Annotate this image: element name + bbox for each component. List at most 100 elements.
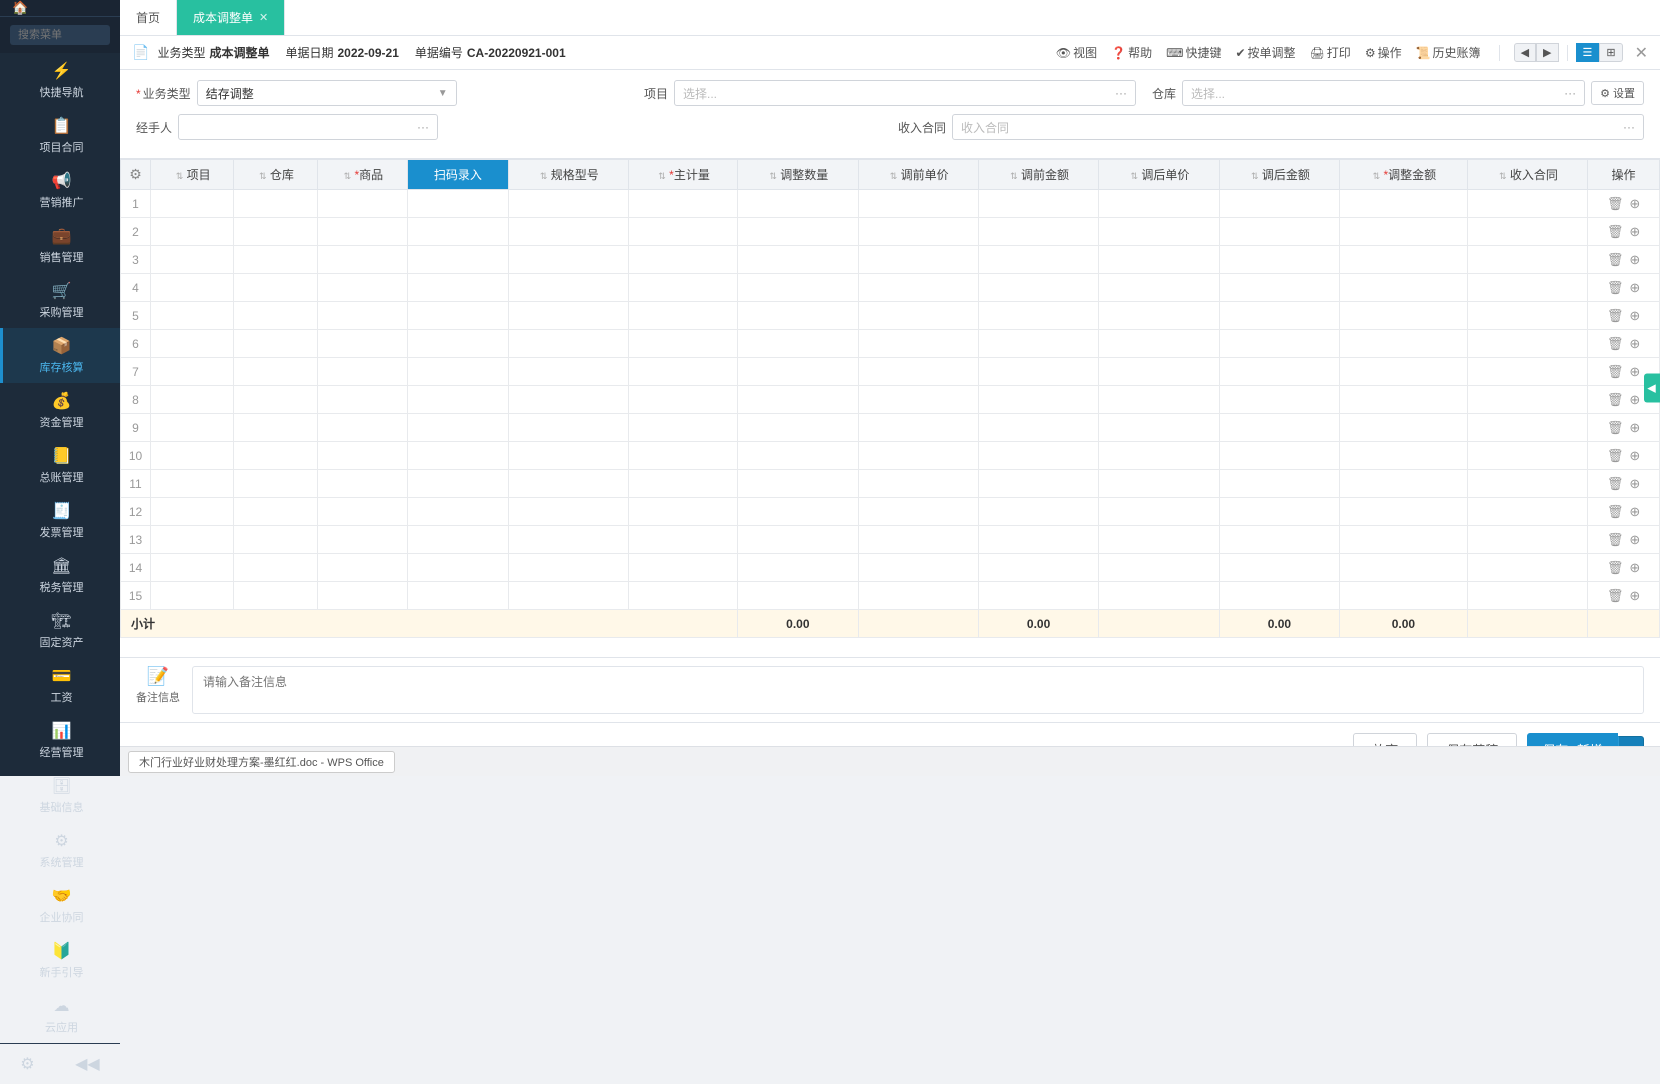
audit-action[interactable]: ✔ 按单调整 bbox=[1231, 42, 1299, 63]
cell-project[interactable] bbox=[151, 246, 234, 274]
business-type-input[interactable]: 结存调整 ▼ bbox=[197, 80, 457, 106]
cell-warehouse[interactable] bbox=[234, 470, 317, 498]
delete-icon[interactable]: 🗑 bbox=[1607, 252, 1624, 268]
cell-scan[interactable] bbox=[408, 302, 509, 330]
tab-close-button[interactable]: ✕ bbox=[259, 11, 268, 24]
cell-adjust-qty[interactable] bbox=[738, 274, 858, 302]
cell-project[interactable] bbox=[151, 190, 234, 218]
cell-warehouse[interactable] bbox=[234, 190, 317, 218]
cell-income-contract[interactable] bbox=[1467, 414, 1587, 442]
cell-project[interactable] bbox=[151, 526, 234, 554]
cell-before-amount[interactable] bbox=[978, 414, 1098, 442]
cell-adjust-amount[interactable] bbox=[1340, 526, 1468, 554]
cell-after-price[interactable] bbox=[1099, 582, 1219, 610]
cell-after-amount[interactable] bbox=[1219, 582, 1339, 610]
cell-adjust-qty[interactable] bbox=[738, 414, 858, 442]
cell-adjust-qty[interactable] bbox=[738, 246, 858, 274]
cell-goods[interactable] bbox=[317, 218, 408, 246]
cell-spec[interactable] bbox=[508, 246, 628, 274]
cell-after-price[interactable] bbox=[1099, 246, 1219, 274]
cell-before-amount[interactable] bbox=[978, 358, 1098, 386]
view-action[interactable]: 👁 视图 bbox=[1052, 42, 1101, 63]
cell-adjust-amount[interactable] bbox=[1340, 274, 1468, 302]
cell-before-amount[interactable] bbox=[978, 554, 1098, 582]
cell-after-price[interactable] bbox=[1099, 554, 1219, 582]
cell-warehouse[interactable] bbox=[234, 554, 317, 582]
cell-after-price[interactable] bbox=[1099, 386, 1219, 414]
cell-after-amount[interactable] bbox=[1219, 414, 1339, 442]
cell-adjust-amount[interactable] bbox=[1340, 330, 1468, 358]
cell-income-contract[interactable] bbox=[1467, 218, 1587, 246]
cell-after-amount[interactable] bbox=[1219, 498, 1339, 526]
copy-icon[interactable]: ⊕ bbox=[1629, 420, 1640, 436]
sidebar-item-system[interactable]: ⚙系统管理 bbox=[0, 823, 120, 878]
cell-after-amount[interactable] bbox=[1219, 302, 1339, 330]
cell-before-price[interactable] bbox=[858, 330, 978, 358]
cell-adjust-amount[interactable] bbox=[1340, 442, 1468, 470]
cell-adjust-amount[interactable] bbox=[1340, 470, 1468, 498]
copy-icon[interactable]: ⊕ bbox=[1629, 588, 1640, 604]
cell-spec[interactable] bbox=[508, 218, 628, 246]
cell-unit[interactable] bbox=[629, 246, 738, 274]
sidebar-item-invoice[interactable]: 🧾发票管理 bbox=[0, 493, 120, 548]
copy-icon[interactable]: ⊕ bbox=[1629, 560, 1640, 576]
cell-project[interactable] bbox=[151, 302, 234, 330]
cell-after-price[interactable] bbox=[1099, 526, 1219, 554]
sidebar-item-assets[interactable]: 🏗固定资产 bbox=[0, 603, 120, 658]
delete-icon[interactable]: 🗑 bbox=[1607, 280, 1624, 296]
cell-unit[interactable] bbox=[629, 274, 738, 302]
cell-after-price[interactable] bbox=[1099, 218, 1219, 246]
cell-before-amount[interactable] bbox=[978, 470, 1098, 498]
cell-after-amount[interactable] bbox=[1219, 218, 1339, 246]
cell-spec[interactable] bbox=[508, 442, 628, 470]
copy-icon[interactable]: ⊕ bbox=[1629, 196, 1640, 212]
view-btn-prev[interactable]: ◀ bbox=[1514, 43, 1536, 62]
cell-before-price[interactable] bbox=[858, 274, 978, 302]
sidebar-item-sales[interactable]: 💼销售管理 bbox=[0, 218, 120, 273]
cell-spec[interactable] bbox=[508, 470, 628, 498]
cell-before-amount[interactable] bbox=[978, 498, 1098, 526]
sidebar-item-ledger[interactable]: 📒总账管理 bbox=[0, 438, 120, 493]
cell-after-amount[interactable] bbox=[1219, 470, 1339, 498]
copy-icon[interactable]: ⊕ bbox=[1629, 252, 1640, 268]
cell-after-price[interactable] bbox=[1099, 190, 1219, 218]
sidebar-item-inventory[interactable]: 📦库存核算 bbox=[0, 328, 120, 383]
copy-icon[interactable]: ⊕ bbox=[1629, 504, 1640, 520]
sidebar-item-corp[interactable]: 🤝企业协同 bbox=[0, 878, 120, 933]
split-view-btn[interactable]: ⊞ bbox=[1599, 43, 1622, 62]
copy-icon[interactable]: ⊕ bbox=[1629, 476, 1640, 492]
cell-adjust-amount[interactable] bbox=[1340, 386, 1468, 414]
delete-icon[interactable]: 🗑 bbox=[1607, 196, 1624, 212]
cell-unit[interactable] bbox=[629, 498, 738, 526]
cell-unit[interactable] bbox=[629, 582, 738, 610]
cell-goods[interactable] bbox=[317, 498, 408, 526]
cell-after-amount[interactable] bbox=[1219, 358, 1339, 386]
cell-before-price[interactable] bbox=[858, 582, 978, 610]
cell-adjust-qty[interactable] bbox=[738, 386, 858, 414]
cell-spec[interactable] bbox=[508, 302, 628, 330]
tab-home[interactable]: 首页 bbox=[120, 0, 177, 35]
cell-spec[interactable] bbox=[508, 358, 628, 386]
cell-scan[interactable] bbox=[408, 414, 509, 442]
cell-adjust-qty[interactable] bbox=[738, 554, 858, 582]
cell-warehouse[interactable] bbox=[234, 498, 317, 526]
cell-adjust-amount[interactable] bbox=[1340, 302, 1468, 330]
cell-scan[interactable] bbox=[408, 498, 509, 526]
cell-adjust-amount[interactable] bbox=[1340, 498, 1468, 526]
sidebar-item-tax[interactable]: 🏛税务管理 bbox=[0, 548, 120, 603]
cell-unit[interactable] bbox=[629, 190, 738, 218]
cell-spec[interactable] bbox=[508, 274, 628, 302]
cell-before-price[interactable] bbox=[858, 302, 978, 330]
cell-project[interactable] bbox=[151, 414, 234, 442]
copy-icon[interactable]: ⊕ bbox=[1629, 532, 1640, 548]
cell-project[interactable] bbox=[151, 442, 234, 470]
cell-unit[interactable] bbox=[629, 442, 738, 470]
cell-income-contract[interactable] bbox=[1467, 358, 1587, 386]
cell-warehouse[interactable] bbox=[234, 358, 317, 386]
cell-goods[interactable] bbox=[317, 582, 408, 610]
cell-goods[interactable] bbox=[317, 386, 408, 414]
warehouse-input[interactable]: 选择... ··· bbox=[1182, 80, 1585, 106]
col-scan[interactable]: 扫码录入 bbox=[408, 160, 509, 190]
cell-project[interactable] bbox=[151, 274, 234, 302]
cell-scan[interactable] bbox=[408, 358, 509, 386]
